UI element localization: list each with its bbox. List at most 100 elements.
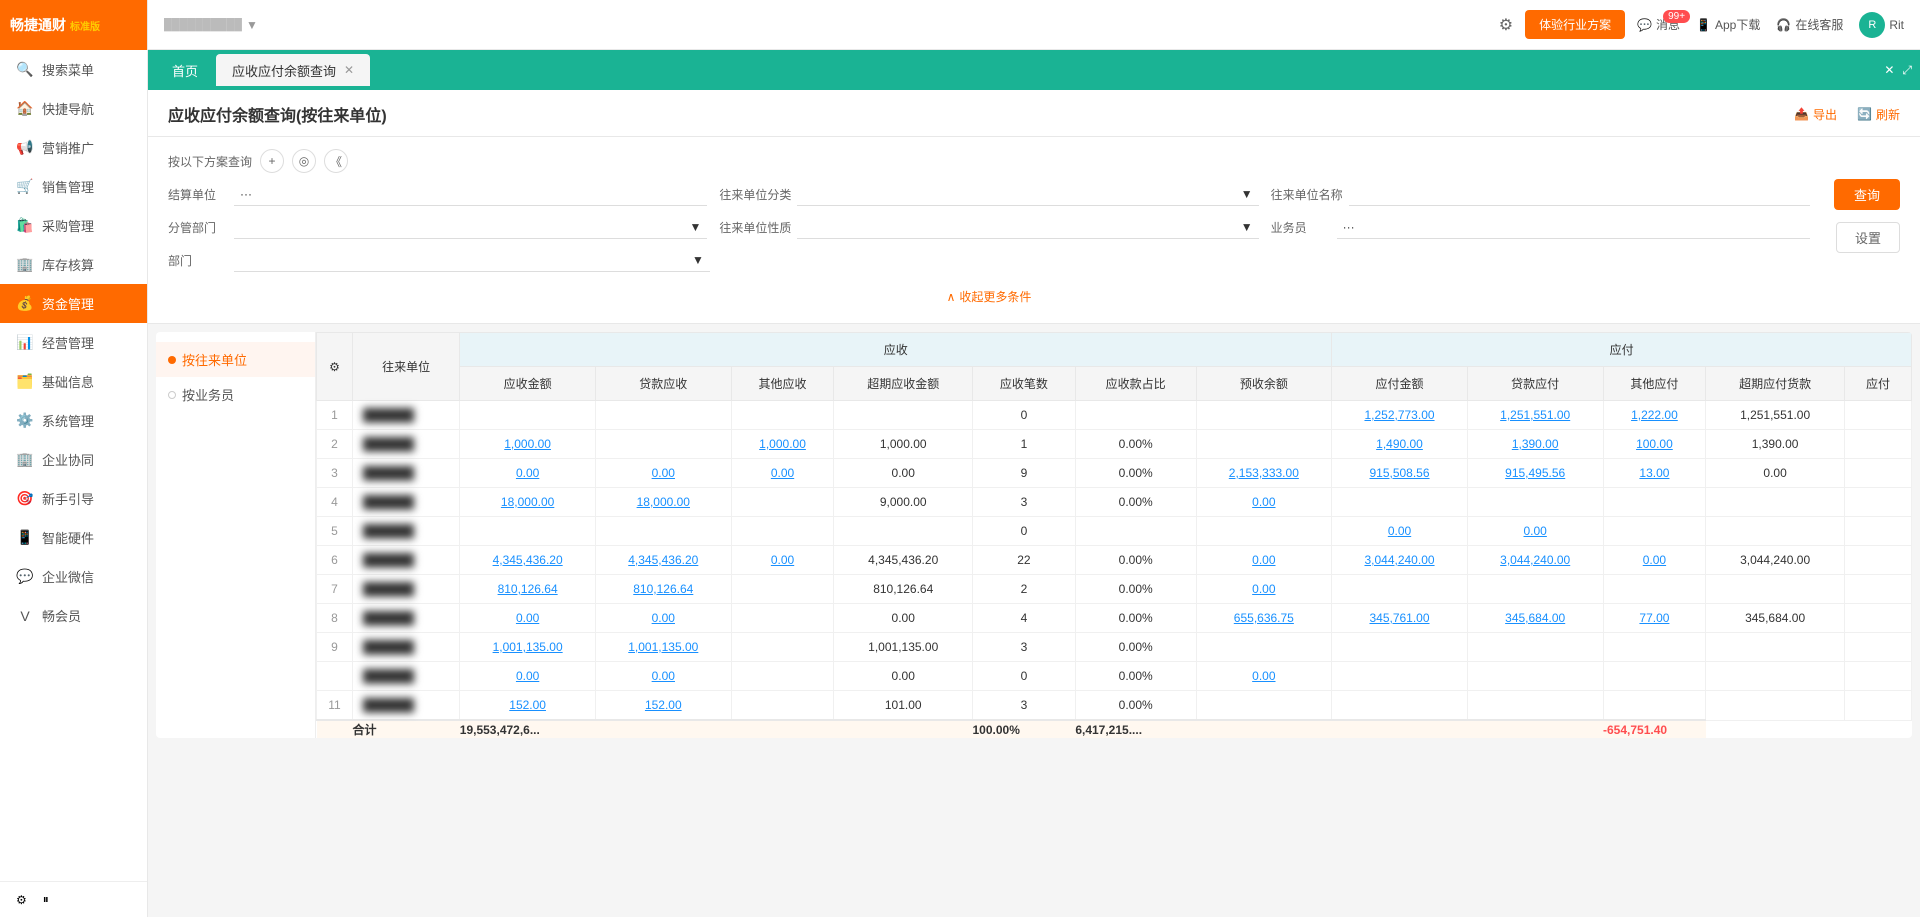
ar-advance[interactable] xyxy=(1196,430,1332,459)
ap-loan[interactable] xyxy=(1467,575,1603,604)
ap-other[interactable]: 13.00 xyxy=(1603,459,1706,488)
ap-loan[interactable]: 0.00 xyxy=(1467,517,1603,546)
ar-amount[interactable]: 0.00 xyxy=(460,604,596,633)
sidebar-item-finance[interactable]: 💰资金管理 xyxy=(0,284,147,323)
ap-amount[interactable]: 345,761.00 xyxy=(1332,604,1468,633)
ar-amount[interactable]: 152.00 xyxy=(460,691,596,721)
ar-other[interactable] xyxy=(731,604,834,633)
export-button[interactable]: 📤 导出 xyxy=(1794,106,1837,123)
ap-other[interactable] xyxy=(1603,691,1706,721)
ap-amount[interactable]: 1,252,773.00 xyxy=(1332,401,1468,430)
tabbar-expand-icon[interactable]: ⤢ xyxy=(1902,63,1912,78)
ap-other[interactable] xyxy=(1603,633,1706,662)
ap-amount[interactable] xyxy=(1332,691,1468,721)
sidebar-item-newbie[interactable]: 🎯新手引导 xyxy=(0,479,147,518)
ar-other[interactable] xyxy=(731,488,834,517)
ap-loan[interactable]: 3,044,240.00 xyxy=(1467,546,1603,575)
ap-loan[interactable]: 1,390.00 xyxy=(1467,430,1603,459)
ap-other[interactable] xyxy=(1603,662,1706,691)
dept-select[interactable]: ▼ xyxy=(234,249,710,272)
ar-loan[interactable] xyxy=(595,517,731,546)
tab-arbalance[interactable]: 应收应付余额查询 ✕ xyxy=(216,54,370,86)
sidebar-item-corp[interactable]: 🏢企业协同 xyxy=(0,440,147,479)
left-panel-item-by_partner[interactable]: 按往来单位 xyxy=(156,342,315,377)
ap-amount[interactable] xyxy=(1332,488,1468,517)
ap-other[interactable] xyxy=(1603,517,1706,546)
ar-amount[interactable]: 0.00 xyxy=(460,459,596,488)
settings-icon[interactable]: ⚙ xyxy=(16,893,27,907)
ap-loan[interactable] xyxy=(1467,488,1603,517)
ar-advance[interactable]: 2,153,333.00 xyxy=(1196,459,1332,488)
ar-loan[interactable]: 0.00 xyxy=(595,662,731,691)
collapse-more-button[interactable]: ∧ 收起更多条件 xyxy=(168,282,1810,311)
tab-home[interactable]: 首页 xyxy=(156,54,214,86)
collapse-icon[interactable]: ⏸ xyxy=(43,892,49,907)
sidebar-item-quick[interactable]: 🏠快捷导航 xyxy=(0,89,147,128)
ap-amount[interactable]: 0.00 xyxy=(1332,517,1468,546)
sidebar-item-system[interactable]: ⚙️系统管理 xyxy=(0,401,147,440)
ar-other[interactable]: 0.00 xyxy=(731,459,834,488)
setting-button[interactable]: 设置 xyxy=(1836,222,1900,253)
sidebar-item-inventory[interactable]: 🏢库存核算 xyxy=(0,245,147,284)
footer-ar-total[interactable]: 19,553,472,6... xyxy=(460,720,596,738)
ar-advance[interactable]: 0.00 xyxy=(1196,546,1332,575)
ar-other[interactable]: 1,000.00 xyxy=(731,430,834,459)
sidebar-item-base[interactable]: 🗂️基础信息 xyxy=(0,362,147,401)
message-button[interactable]: 💬 消息 99+ xyxy=(1637,16,1680,33)
query-button[interactable]: 查询 xyxy=(1834,179,1900,210)
ar-advance[interactable]: 0.00 xyxy=(1196,575,1332,604)
ar-loan[interactable]: 810,126.64 xyxy=(595,575,731,604)
ar-advance[interactable]: 0.00 xyxy=(1196,488,1332,517)
footer-ar-advance[interactable]: 6,417,215.... xyxy=(1075,720,1196,738)
sidebar-item-wechat[interactable]: 💬企业微信 xyxy=(0,557,147,596)
partner-nature-select[interactable]: ▼ xyxy=(797,216,1258,239)
service-button[interactable]: 🎧 在线客服 xyxy=(1776,16,1843,33)
ap-other[interactable] xyxy=(1603,488,1706,517)
filter-collapse-button[interactable]: 《 xyxy=(324,149,348,173)
ar-loan[interactable] xyxy=(595,401,731,430)
ar-other[interactable] xyxy=(731,401,834,430)
ar-loan[interactable]: 18,000.00 xyxy=(595,488,731,517)
ar-amount[interactable]: 1,000.00 xyxy=(460,430,596,459)
sidebar-item-search[interactable]: 🔍搜索菜单 xyxy=(0,50,147,89)
ar-other[interactable] xyxy=(731,633,834,662)
ap-loan[interactable] xyxy=(1467,662,1603,691)
ar-amount[interactable] xyxy=(460,401,596,430)
ar-amount[interactable] xyxy=(460,517,596,546)
ar-amount[interactable]: 810,126.64 xyxy=(460,575,596,604)
ar-amount[interactable]: 18,000.00 xyxy=(460,488,596,517)
ar-loan[interactable] xyxy=(595,430,731,459)
sidebar-item-marketing[interactable]: 📢营销推广 xyxy=(0,128,147,167)
filter-target-button[interactable]: ◎ xyxy=(292,149,316,173)
ap-loan[interactable]: 915,495.56 xyxy=(1467,459,1603,488)
salesman-input[interactable]: ··· xyxy=(1337,216,1810,239)
sidebar-item-purchase[interactable]: 🛍️采购管理 xyxy=(0,206,147,245)
ar-advance[interactable] xyxy=(1196,633,1332,662)
ar-loan[interactable]: 152.00 xyxy=(595,691,731,721)
ar-amount[interactable]: 1,001,135.00 xyxy=(460,633,596,662)
breadcrumb-dropdown[interactable]: ▼ xyxy=(246,18,258,32)
ap-other[interactable]: 77.00 xyxy=(1603,604,1706,633)
ar-other[interactable] xyxy=(731,575,834,604)
ar-other[interactable] xyxy=(731,691,834,721)
table-settings-icon[interactable]: ⚙ xyxy=(329,360,340,374)
ap-other[interactable]: 0.00 xyxy=(1603,546,1706,575)
ar-other[interactable] xyxy=(731,662,834,691)
ar-advance[interactable] xyxy=(1196,401,1332,430)
ar-loan[interactable]: 0.00 xyxy=(595,459,731,488)
sidebar-item-hardware[interactable]: 📱智能硬件 xyxy=(0,518,147,557)
user-info[interactable]: R Rit xyxy=(1859,12,1904,38)
refresh-button[interactable]: 🔄 刷新 xyxy=(1857,106,1900,123)
ar-loan[interactable]: 0.00 xyxy=(595,604,731,633)
ap-other[interactable] xyxy=(1603,575,1706,604)
ar-amount[interactable]: 4,345,436.20 xyxy=(460,546,596,575)
ar-advance[interactable] xyxy=(1196,691,1332,721)
ap-amount[interactable] xyxy=(1332,662,1468,691)
partner-name-input[interactable] xyxy=(1349,183,1810,206)
sidebar-item-sales[interactable]: 🛒销售管理 xyxy=(0,167,147,206)
ar-loan[interactable]: 4,345,436.20 xyxy=(595,546,731,575)
ap-loan[interactable] xyxy=(1467,691,1603,721)
ap-loan[interactable]: 1,251,551.00 xyxy=(1467,401,1603,430)
ap-amount[interactable]: 1,490.00 xyxy=(1332,430,1468,459)
ar-loan[interactable]: 1,001,135.00 xyxy=(595,633,731,662)
